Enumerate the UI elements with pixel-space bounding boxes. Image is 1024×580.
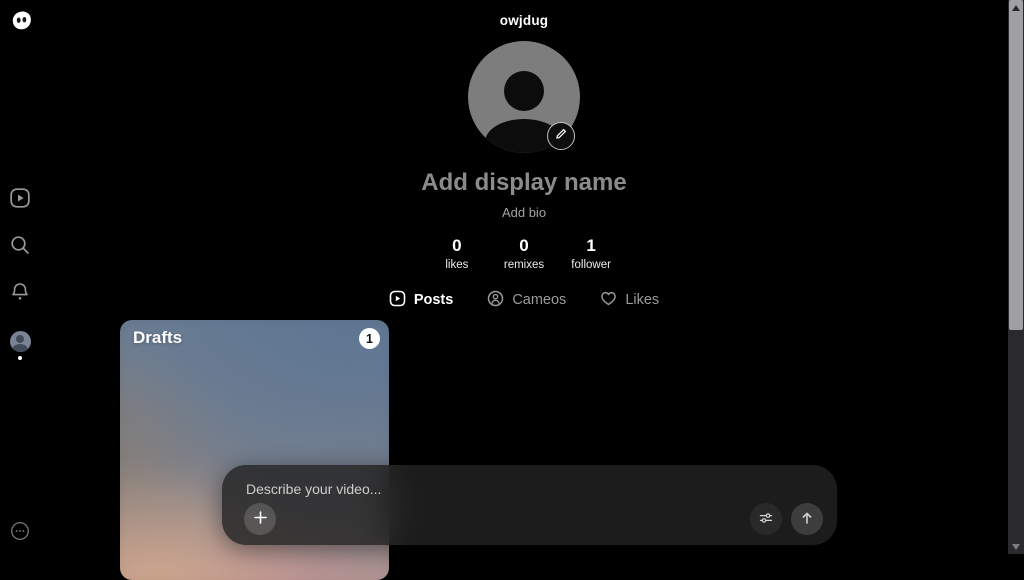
search-icon <box>9 234 31 261</box>
tab-label: Posts <box>413 292 454 309</box>
add-media-button[interactable] <box>244 503 276 535</box>
sidebar <box>0 0 40 554</box>
video-play-icon <box>389 290 406 311</box>
arrow-up-icon <box>799 510 815 529</box>
profile-tabs: Posts Cameos Likes <box>389 290 659 311</box>
stat-follower[interactable]: 1 follower <box>571 236 611 271</box>
active-page-dot <box>18 356 22 360</box>
composer-bar <box>222 465 837 545</box>
sidebar-item-search[interactable] <box>8 235 32 259</box>
add-display-name[interactable]: Add display name <box>421 169 626 197</box>
drafts-title: Drafts <box>133 328 183 347</box>
composer-input[interactable] <box>244 480 668 498</box>
sliders-icon <box>758 510 774 529</box>
tab-posts[interactable]: Posts <box>389 290 454 311</box>
stat-remixes[interactable]: 0 remixes <box>503 236 545 271</box>
ellipsis-circle-icon <box>10 521 30 545</box>
avatar-icon <box>9 330 31 352</box>
tab-label: Cameos <box>512 292 567 309</box>
stat-label: follower <box>571 258 611 271</box>
scrollbar-up-arrow-icon[interactable] <box>1012 5 1020 11</box>
heart-icon <box>600 290 617 311</box>
stat-label: remixes <box>503 258 545 271</box>
bell-icon <box>9 281 31 308</box>
stat-value: 1 <box>586 236 596 255</box>
vertical-scrollbar[interactable] <box>1008 0 1024 554</box>
video-play-icon <box>9 187 31 214</box>
tab-cameos[interactable]: Cameos <box>487 290 566 311</box>
sidebar-item-profile[interactable] <box>8 329 32 360</box>
tab-label: Likes <box>625 292 660 309</box>
submit-video-button[interactable] <box>791 503 823 535</box>
tab-likes[interactable]: Likes <box>600 290 659 311</box>
sidebar-nav <box>0 187 40 360</box>
scrollbar-down-arrow-icon[interactable] <box>1012 544 1020 550</box>
stat-value: 0 <box>519 236 529 255</box>
edit-avatar-button[interactable] <box>547 122 575 150</box>
scrollbar-thumb[interactable] <box>1009 0 1023 330</box>
profile-avatar[interactable] <box>468 41 580 153</box>
sidebar-item-explore[interactable] <box>8 187 32 214</box>
person-circle-icon <box>487 290 504 311</box>
profile-stats: 0 likes 0 remixes 1 follower <box>437 236 611 271</box>
add-bio[interactable]: Add bio <box>502 205 546 220</box>
sora-blob-logo[interactable] <box>7 9 35 37</box>
stat-likes[interactable]: 0 likes <box>437 236 477 271</box>
profile-page: owjdug Add display name Add bio 0 likes … <box>40 0 1008 311</box>
plus-icon <box>253 510 268 528</box>
more-menu-button[interactable] <box>10 521 30 541</box>
pencil-icon <box>554 127 568 146</box>
drafts-count-badge: 1 <box>359 328 380 349</box>
video-settings-button[interactable] <box>750 503 782 535</box>
stat-label: likes <box>445 258 469 271</box>
sidebar-item-notifications[interactable] <box>8 282 32 306</box>
stat-value: 0 <box>452 236 462 255</box>
page-title-username: owjdug <box>499 13 549 28</box>
